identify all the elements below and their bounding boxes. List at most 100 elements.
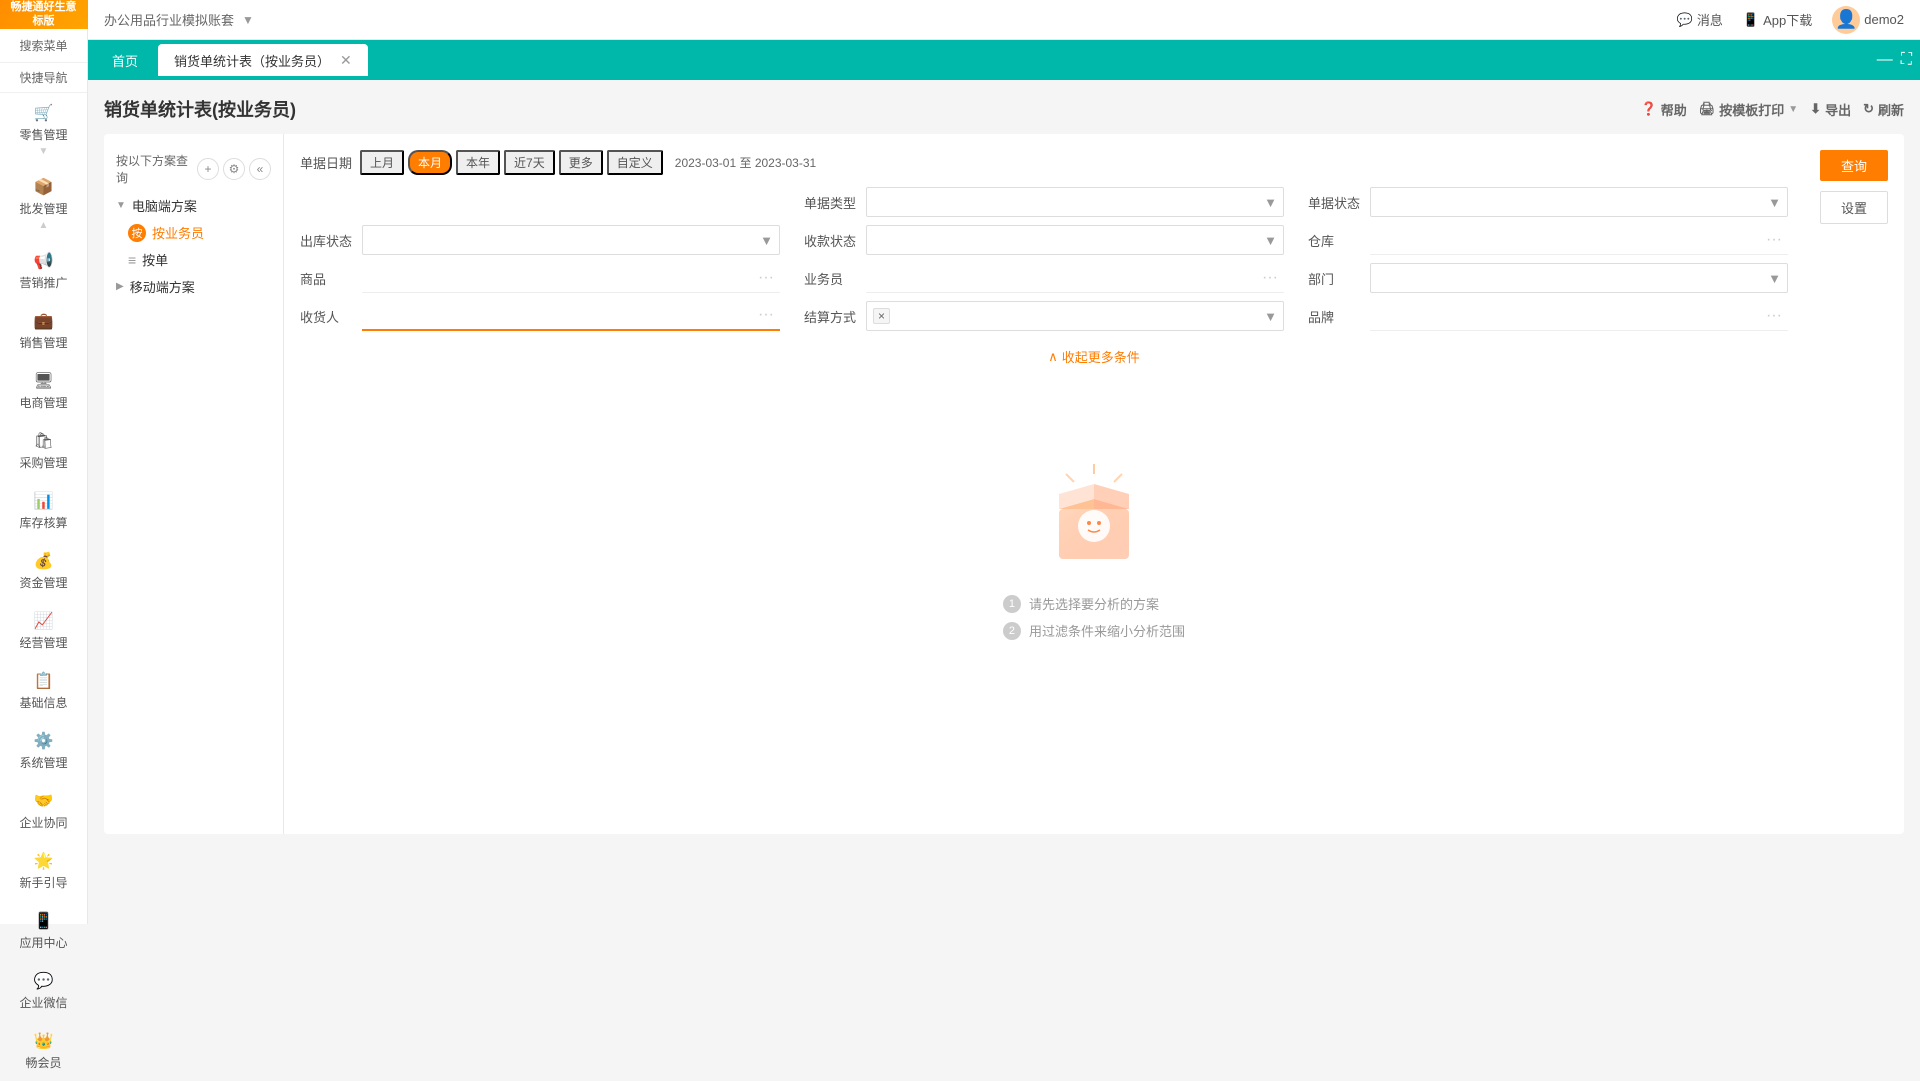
brand-input[interactable]: ··· bbox=[1370, 301, 1788, 331]
docstatus-select[interactable]: ▼ bbox=[1370, 187, 1788, 217]
salesperson-dots: ··· bbox=[1262, 269, 1278, 287]
doctype-select[interactable]: ▼ bbox=[866, 187, 1284, 217]
date-btn-this-year[interactable]: 本年 bbox=[456, 150, 500, 175]
date-filter-bar: 单据日期 上月 本月 本年 近7天 更多 自定义 2023-03-01 至 20… bbox=[300, 150, 1888, 175]
sidebar-item-member[interactable]: 👑 畅会员 bbox=[0, 1021, 87, 1081]
date-btn-custom[interactable]: 自定义 bbox=[607, 150, 663, 175]
receiver-label: 收货人 bbox=[300, 307, 356, 326]
left-panel: 按以下方案查询 + ⚙ « ▼ 电脑端方案 按 按业务员 bbox=[104, 134, 284, 834]
filter-outstatus-cell: 出库状态 ▼ bbox=[300, 225, 780, 255]
recvstatus-label: 收款状态 bbox=[804, 231, 860, 250]
retail-icon: 🛒 bbox=[34, 103, 54, 123]
tree-salesperson-node[interactable]: 按 按业务员 bbox=[104, 219, 283, 246]
workspace-dropdown-icon: ▼ bbox=[242, 13, 254, 27]
filter-settlement-cell: 结算方式 × ▼ bbox=[804, 301, 1284, 331]
sidebar-item-newbie[interactable]: 🌟 新手引导 bbox=[0, 841, 87, 901]
right-panel: 单据日期 上月 本月 本年 近7天 更多 自定义 2023-03-01 至 20… bbox=[284, 134, 1904, 834]
help-action[interactable]: ❓ 帮助 bbox=[1641, 100, 1687, 119]
app-download-button[interactable]: 📱 App下载 bbox=[1743, 10, 1812, 29]
settlement-tag[interactable]: × bbox=[873, 308, 890, 324]
docstatus-chevron: ▼ bbox=[1768, 195, 1781, 210]
message-button[interactable]: 💬 消息 bbox=[1677, 10, 1723, 29]
dept-select[interactable]: ▼ bbox=[1370, 263, 1788, 293]
sidebar-item-sales[interactable]: 💼 销售管理 bbox=[0, 301, 87, 361]
tab-sales-stat[interactable]: 销货单统计表（按业务员） ✕ bbox=[158, 44, 368, 76]
warehouse-input[interactable]: ··· bbox=[1370, 225, 1788, 255]
tree-pc-scheme[interactable]: ▼ 电脑端方案 bbox=[104, 192, 283, 219]
workspace-label: 办公用品行业模拟账套 bbox=[104, 10, 234, 29]
sidebar-item-basic[interactable]: 📋 基础信息 bbox=[0, 661, 87, 721]
purchase-icon: 🛍 bbox=[33, 431, 53, 451]
outstatus-select[interactable]: ▼ bbox=[362, 225, 780, 255]
sidebar-item-system[interactable]: ⚙️ 系统管理 bbox=[0, 721, 87, 781]
sidebar-item-wechat[interactable]: 💬 企业微信 bbox=[0, 961, 87, 1021]
date-btn-7days[interactable]: 近7天 bbox=[504, 150, 555, 175]
salesperson-input[interactable]: ··· bbox=[866, 263, 1284, 293]
print-dropdown-icon: ▼ bbox=[1788, 104, 1798, 115]
sidebar-item-marketing[interactable]: 📢 营销推广 bbox=[0, 241, 87, 301]
tab-bar-end: — ⛶ bbox=[1877, 51, 1912, 69]
user-avatar: 👤 bbox=[1832, 6, 1860, 34]
settlement-label: 结算方式 bbox=[804, 307, 860, 326]
sidebar-item-ops[interactable]: 📈 经营管理 bbox=[0, 601, 87, 661]
date-btn-last-month[interactable]: 上月 bbox=[360, 150, 404, 175]
goods-input[interactable]: ··· bbox=[362, 263, 780, 293]
settlement-select[interactable]: × ▼ bbox=[866, 301, 1284, 331]
add-scheme-icon[interactable]: + bbox=[197, 158, 219, 180]
refresh-action[interactable]: ↻ 刷新 bbox=[1863, 100, 1904, 119]
empty-hint-2: 2 用过滤条件来缩小分析范围 bbox=[1003, 621, 1185, 640]
inventory-icon: 📊 bbox=[34, 491, 54, 511]
empty-state: 1 请先选择要分析的方案 2 用过滤条件来缩小分析范围 bbox=[300, 374, 1888, 720]
sidebar-item-purchase[interactable]: 🛍 采购管理 bbox=[0, 421, 87, 481]
wholesale-icon: 📦 bbox=[34, 177, 54, 197]
query-button[interactable]: 查询 bbox=[1820, 150, 1888, 181]
page: 销货单统计表(按业务员) ❓ 帮助 🖨 按模板打印 ▼ ⬇ 导出 bbox=[88, 80, 1920, 850]
sidebar-shortcut[interactable]: 快捷导航 bbox=[0, 63, 87, 93]
retail-arrow: ▼ bbox=[39, 146, 49, 157]
tab-maximize-icon[interactable]: ⛶ bbox=[1901, 51, 1912, 69]
collapse-bar[interactable]: ∧ 收起更多条件 bbox=[300, 339, 1888, 374]
goods-dots: ··· bbox=[758, 269, 774, 287]
template-print-action[interactable]: 🖨 按模板打印 ▼ bbox=[1699, 100, 1798, 119]
user-avatar-area[interactable]: 👤 demo2 bbox=[1832, 6, 1904, 34]
tab-minimize-icon[interactable]: — bbox=[1877, 51, 1893, 69]
sidebar-item-finance[interactable]: 💰 资金管理 bbox=[0, 541, 87, 601]
settings-button[interactable]: 设置 bbox=[1820, 191, 1888, 224]
page-actions: ❓ 帮助 🖨 按模板打印 ▼ ⬇ 导出 ↻ 刷新 bbox=[1641, 100, 1904, 119]
settings-scheme-icon[interactable]: ⚙ bbox=[223, 158, 245, 180]
doctype-label: 单据类型 bbox=[804, 193, 860, 212]
main-area: 办公用品行业模拟账套 ▼ 💬 消息 📱 App下载 👤 demo2 首页 bbox=[88, 0, 1920, 924]
sidebar-search[interactable]: 搜索菜单 bbox=[0, 29, 87, 63]
page-title-bar: 销货单统计表(按业务员) ❓ 帮助 🖨 按模板打印 ▼ ⬇ 导出 bbox=[104, 96, 1904, 122]
filter-cell-empty bbox=[300, 187, 780, 217]
tab-home-label: 首页 bbox=[112, 51, 138, 70]
export-action[interactable]: ⬇ 导出 bbox=[1810, 100, 1851, 119]
tab-close-icon[interactable]: ✕ bbox=[340, 52, 352, 69]
date-btn-more[interactable]: 更多 bbox=[559, 150, 603, 175]
receiver-dots: ··· bbox=[758, 306, 774, 324]
workspace-selector[interactable]: 办公用品行业模拟账套 ▼ bbox=[104, 10, 254, 29]
filter-dept-cell: 部门 ▼ bbox=[1308, 263, 1788, 293]
sidebar: 畅捷通好生意 标版 搜索菜单 快捷导航 🛒 零售管理 ▼ 📦 批发管理 ▲ 📢 … bbox=[0, 0, 88, 924]
logo-text: 畅捷通好生意 bbox=[11, 0, 77, 14]
sidebar-item-retail[interactable]: 🛒 零售管理 ▼ bbox=[0, 93, 87, 167]
empty-text-container: 1 请先选择要分析的方案 2 用过滤条件来缩小分析范围 bbox=[1003, 594, 1185, 640]
empty-illustration bbox=[1034, 454, 1154, 574]
receiver-input[interactable]: ··· bbox=[362, 301, 780, 331]
sidebar-item-wholesale[interactable]: 📦 批发管理 ▲ bbox=[0, 167, 87, 241]
sidebar-item-ecommerce[interactable]: 🖥 电商管理 bbox=[0, 361, 87, 421]
export-icon: ⬇ bbox=[1810, 101, 1821, 117]
member-icon: 👑 bbox=[34, 1031, 54, 1051]
tree-mobile-scheme[interactable]: ▶ 移动端方案 bbox=[104, 273, 283, 300]
collapse-left-icon[interactable]: « bbox=[249, 158, 271, 180]
system-icon: ⚙️ bbox=[34, 731, 54, 751]
sales-icon: 💼 bbox=[34, 311, 54, 331]
tree-order-node[interactable]: ≡ 按单 bbox=[104, 246, 283, 273]
sidebar-item-apps[interactable]: 📱 应用中心 bbox=[0, 901, 87, 961]
sidebar-item-coop[interactable]: 🤝 企业协同 bbox=[0, 781, 87, 841]
date-btn-this-month[interactable]: 本月 bbox=[408, 150, 452, 175]
tree-pc-label: 电脑端方案 bbox=[132, 196, 197, 215]
recvstatus-select[interactable]: ▼ bbox=[866, 225, 1284, 255]
sidebar-item-inventory[interactable]: 📊 库存核算 bbox=[0, 481, 87, 541]
tab-home[interactable]: 首页 bbox=[96, 44, 154, 76]
